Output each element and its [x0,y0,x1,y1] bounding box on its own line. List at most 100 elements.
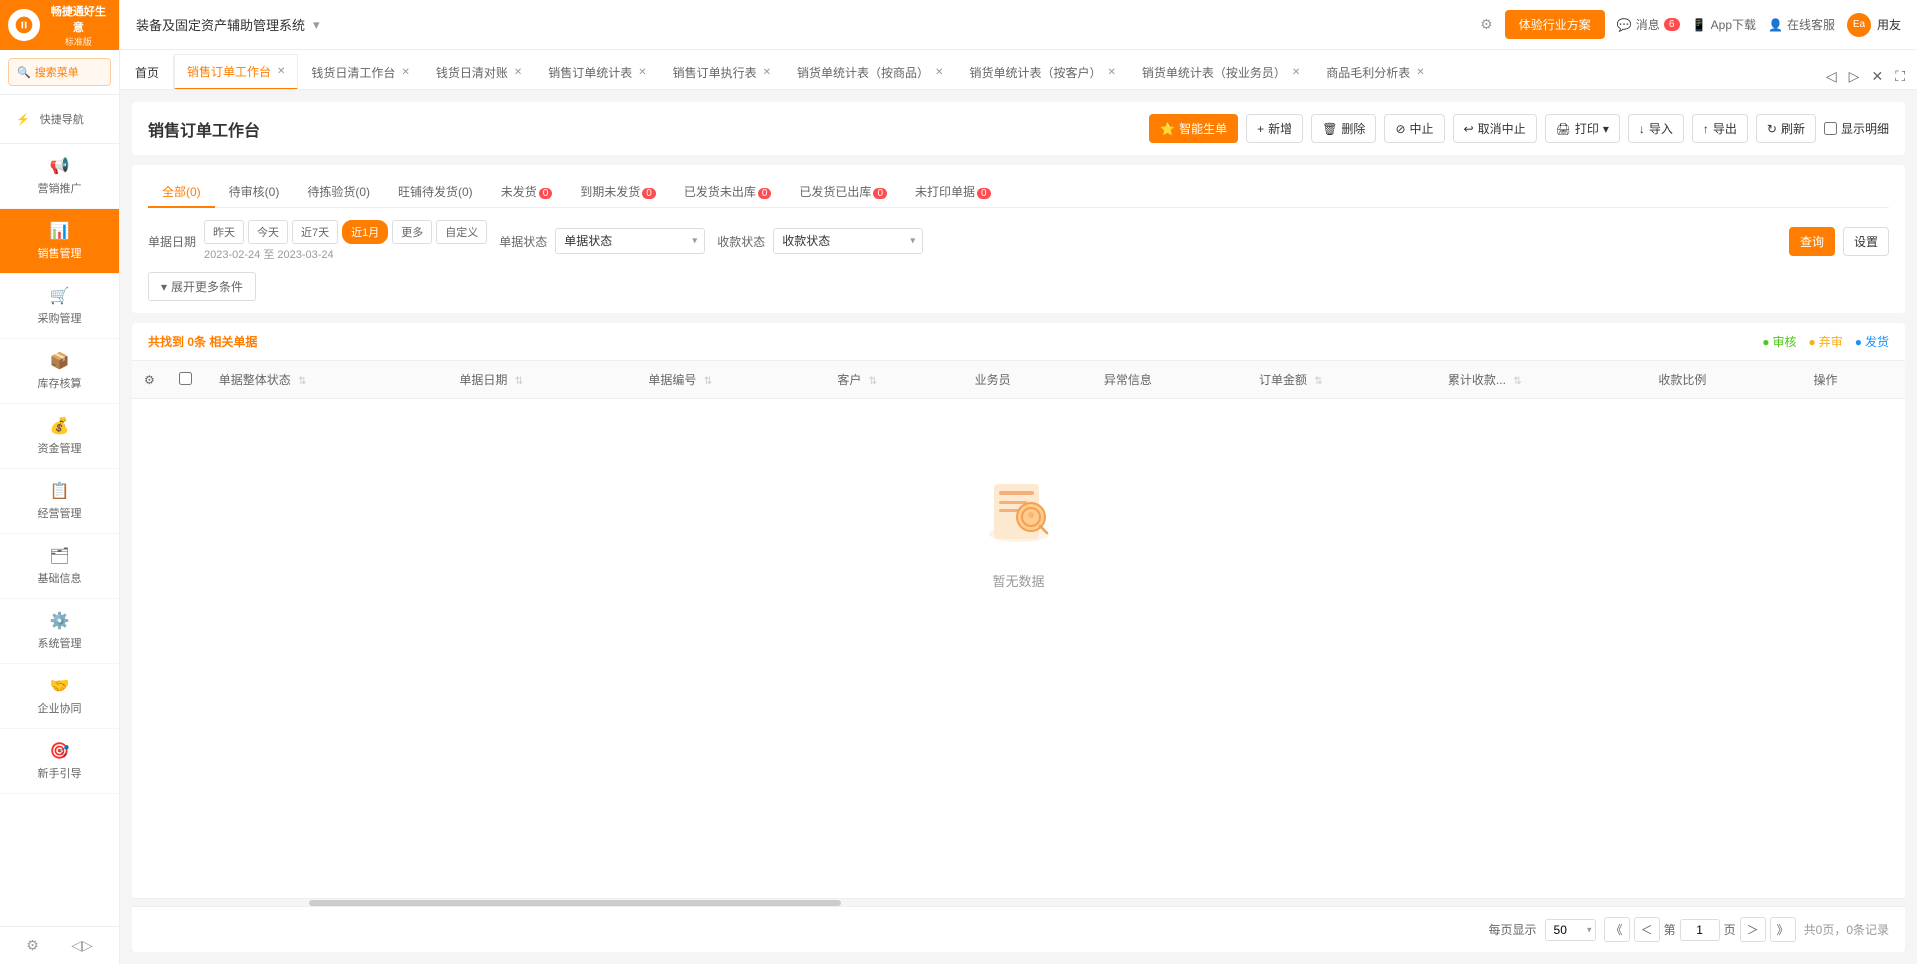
date-buttons: 昨天 今天 近7天 近1月 更多 自定义 [204,220,487,244]
settings-footer-button[interactable]: ⚙ [26,937,39,954]
tab-label: 销货单统计表（按业务员） [1142,64,1286,81]
tab-home[interactable]: 首页 [120,55,174,89]
filter-tab-shipped-out[interactable]: 已发货已出库0 [785,177,901,208]
tab-cash-daily[interactable]: 钱货日清工作台 ✕ [298,55,422,89]
ship-button[interactable]: ● 发货 [1855,333,1889,350]
service-button[interactable]: 👤 在线客服 [1768,16,1835,33]
tab-sales-by-staff[interactable]: 销货单统计表（按业务员） ✕ [1129,55,1313,89]
sidebar-item-basics[interactable]: 🗂 基础信息 [0,534,119,599]
show-detail-checkbox[interactable] [1824,122,1837,135]
sort-icon: ⇅ [869,376,877,387]
filter-bar: 全部(0) 待审核(0) 待拣验货(0) 旺铺待发货(0) 未发货0 到期未发货… [132,165,1905,313]
scrollbar-thumb[interactable] [309,900,841,906]
tab-prev-button[interactable]: ◁ [1822,64,1841,89]
filter-tab-not-printed[interactable]: 未打印单据0 [901,177,1005,208]
tab-close-icon[interactable]: ✕ [401,67,409,78]
expand-conditions-button[interactable]: ▾ 展开更多条件 [148,272,256,301]
export-button[interactable]: ↑ 导出 [1692,114,1748,143]
page-input[interactable] [1680,919,1720,941]
filter-tab-not-shipped[interactable]: 未发货0 [487,177,567,208]
tab-close-icon[interactable]: ✕ [277,66,285,77]
quick-nav-item[interactable]: ⚡ 快捷导航 [8,103,111,135]
date-7days-btn[interactable]: 近7天 [292,220,338,244]
sidebar-item-operations[interactable]: 📋 经营管理 [0,469,119,534]
message-button[interactable]: 💬 消息 6 [1617,16,1680,33]
page-size-select[interactable]: 10 20 50 100 [1545,919,1596,941]
tab-sales-exec[interactable]: 销售订单执行表 ✕ [660,55,784,89]
tab-close-icon[interactable]: ✕ [1292,67,1300,78]
tab-label: 销货单统计表（按客户） [969,64,1101,81]
page-next-button[interactable]: ＞ [1740,917,1766,942]
cancel-stop-button[interactable]: ↩ 取消中止 [1453,114,1537,143]
status-select[interactable]: 单据状态 [555,228,705,254]
import-button[interactable]: ↓ 导入 [1628,114,1684,143]
expand-icon: ▾ [161,280,167,294]
tab-sales-stats[interactable]: 销售订单统计表 ✕ [535,55,659,89]
sidebar-item-purchase[interactable]: 🛒 采购管理 [0,274,119,339]
tab-close-icon[interactable]: ✕ [514,67,522,78]
filter-settings-button[interactable]: 设置 [1843,227,1889,256]
filter-tab-all[interactable]: 全部(0) [148,177,215,208]
approve-button[interactable]: ● 审核 [1762,333,1796,350]
tab-next-button[interactable]: ▷ [1845,64,1864,89]
smart-create-button[interactable]: ⭐ 智能生单 [1149,114,1238,143]
query-button[interactable]: 查询 [1789,227,1835,256]
tab-close-icon[interactable]: ✕ [763,67,771,78]
sidebar-item-finance[interactable]: 💰 资金管理 [0,404,119,469]
tab-close-icon[interactable]: ✕ [935,67,943,78]
sidebar-item-enterprise[interactable]: 🤝 企业协同 [0,664,119,729]
download-button[interactable]: 📱 App下载 [1692,16,1756,33]
search-menu-button[interactable]: 🔍 智能生单 搜索菜单 [8,58,111,86]
sidebar-item-inventory[interactable]: 📦 库存核算 [0,339,119,404]
tab-fullscreen-button[interactable]: ⛶ [1891,64,1909,89]
page-last-button[interactable]: 》 [1770,917,1796,942]
th-number: 单据编号 ⇅ [636,361,825,399]
revoke-button[interactable]: ● 弃审 [1808,333,1842,350]
sidebar-item-newbie[interactable]: 🎯 新手引导 [0,729,119,794]
stop-button[interactable]: ⊘ 中止 [1384,114,1444,143]
status-select-wrap: 单据状态 [555,228,705,254]
industry-solution-button[interactable]: 体验行业方案 [1505,10,1605,39]
filter-tab-pending-pick[interactable]: 待拣验货(0) [293,177,384,208]
tab-close-icon[interactable]: ✕ [638,67,646,78]
tab-sales-workbench[interactable]: 销售订单工作台 ✕ [174,54,298,90]
collapse-button[interactable]: ◁▷ [71,937,93,954]
sidebar-item-marketing[interactable]: 📢 营销推广 [0,144,119,209]
date-more-btn[interactable]: 更多 [392,220,432,244]
payment-select[interactable]: 收款状态 [773,228,923,254]
table: ⚙ 单据整体状态 ⇅ 单据日期 ⇅ [132,361,1905,399]
message-badge: 6 [1664,18,1680,31]
date-custom-btn[interactable]: 自定义 [436,220,487,244]
tab-close-all-button[interactable]: ✕ [1867,64,1887,89]
settings-icon[interactable]: ⚙ [1480,16,1493,33]
status-filter-group: 单据状态 单据状态 [499,228,705,254]
filter-tab-shipped-not-out[interactable]: 已发货未出库0 [670,177,786,208]
message-icon: 💬 [1617,18,1632,32]
print-button[interactable]: 🖨 打印 ▾ [1545,114,1620,143]
select-all-checkbox[interactable] [179,372,192,385]
column-settings-icon[interactable]: ⚙ [144,373,155,387]
refresh-button[interactable]: ↻ 刷新 [1756,114,1816,143]
scrollbar-area[interactable] [132,898,1905,906]
tab-cash-reconcile[interactable]: 钱货日清对账 ✕ [423,55,535,89]
tab-close-icon[interactable]: ✕ [1416,67,1424,78]
date-today-btn[interactable]: 今天 [248,220,288,244]
delete-button[interactable]: 🗑 删除 [1311,114,1376,143]
sidebar-footer: ⚙ ◁▷ [0,926,119,964]
tab-close-icon[interactable]: ✕ [1107,67,1115,78]
tab-sales-by-product[interactable]: 销货单统计表（按商品） ✕ [784,55,956,89]
sidebar-item-system[interactable]: ⚙️ 系统管理 [0,599,119,664]
tab-label: 销货单统计表（按商品） [797,64,929,81]
filter-tab-wangpu[interactable]: 旺铺待发货(0) [384,177,487,208]
tab-sales-by-customer[interactable]: 销货单统计表（按客户） ✕ [956,55,1128,89]
page-first-button[interactable]: 《 [1604,917,1630,942]
sidebar-item-sales[interactable]: 📊 销售管理 [0,209,119,274]
page-prev-button[interactable]: ＜ [1634,917,1660,942]
tab-margin-analysis[interactable]: 商品毛利分析表 ✕ [1313,55,1437,89]
add-button[interactable]: + 新增 [1246,114,1303,143]
date-yesterday-btn[interactable]: 昨天 [204,220,244,244]
filter-tab-pending-review[interactable]: 待审核(0) [215,177,294,208]
table-header-row: ⚙ 单据整体状态 ⇅ 单据日期 ⇅ [132,361,1905,399]
date-1month-btn[interactable]: 近1月 [342,220,388,244]
filter-tab-overdue-ship[interactable]: 到期未发货0 [566,177,670,208]
